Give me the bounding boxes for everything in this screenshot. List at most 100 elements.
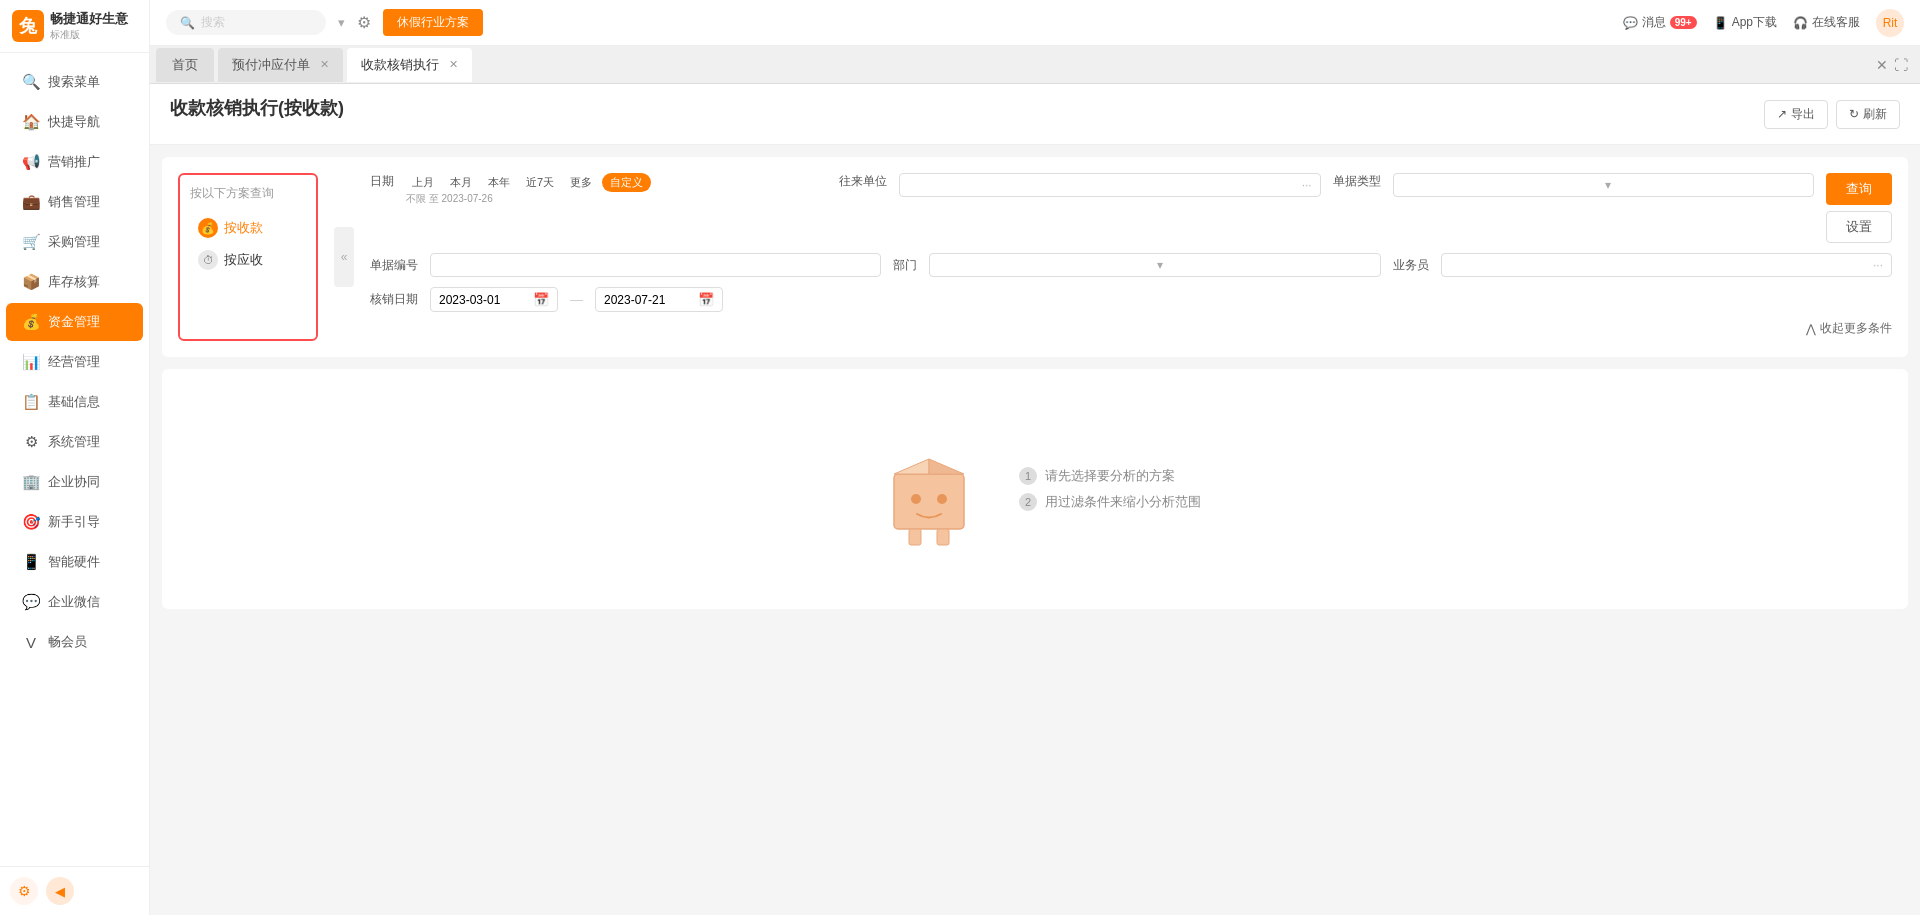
collapse-more-button[interactable]: ⋀ 收起更多条件 [370, 316, 1892, 341]
online-service-button[interactable]: 🎧 在线客服 [1793, 14, 1860, 31]
main-area: 🔍 搜索 ▾ ⚙ 休假行业方案 💬 消息 99+ 📱 App下载 🎧 在线客服 … [150, 0, 1920, 915]
dept-field[interactable]: ▾ [929, 253, 1380, 277]
settings-bottom-icon[interactable]: ⚙ [10, 877, 38, 905]
sidebar-item-label: 快捷导航 [48, 113, 100, 131]
collapse-more-label: 收起更多条件 [1820, 320, 1892, 337]
staff-field[interactable]: ··· [1441, 253, 1892, 277]
header-gear-icon[interactable]: ⚙ [357, 13, 371, 32]
verify-date-end-input[interactable] [604, 293, 694, 307]
sidebar-item-member[interactable]: V 畅会员 [6, 623, 143, 661]
sidebar-item-sales[interactable]: 💼 销售管理 [6, 183, 143, 221]
tab-collection-label: 收款核销执行 [361, 56, 439, 74]
receipt-option-icon: 💰 [198, 218, 218, 238]
date-more[interactable]: 更多 [564, 173, 598, 192]
bill-type-field[interactable]: ▾ [1393, 173, 1814, 197]
app-download-label: App下载 [1732, 14, 1777, 31]
form-row-2: 单据编号 部门 ▾ 业务员 ··· [370, 253, 1892, 277]
user-profile[interactable]: Rit [1876, 9, 1904, 37]
sidebar-item-label: 采购管理 [48, 233, 100, 251]
tab-prepay[interactable]: 预付冲应付单 ✕ [218, 48, 343, 82]
inventory-icon: 📦 [22, 273, 40, 291]
header-dropdown-icon[interactable]: ▾ [338, 15, 345, 30]
svg-marker-1 [894, 459, 929, 474]
step2-text: 用过滤条件来缩小分析范围 [1045, 493, 1201, 511]
tab-home[interactable]: 首页 [156, 48, 214, 82]
refresh-label: 刷新 [1863, 106, 1887, 123]
sidebar-item-label: 智能硬件 [48, 553, 100, 571]
date-custom[interactable]: 自定义 [602, 173, 651, 192]
sidebar-item-marketing[interactable]: 📢 营销推广 [6, 143, 143, 181]
sidebar-item-shortcut[interactable]: 🏠 快捷导航 [6, 103, 143, 141]
sidebar-item-search[interactable]: 🔍 搜索菜单 [6, 63, 143, 101]
tab-prepay-close[interactable]: ✕ [320, 58, 329, 71]
message-icon: 💬 [1623, 16, 1638, 30]
bill-type-dropdown-icon[interactable]: ▾ [1605, 178, 1805, 192]
export-button[interactable]: ↗ 导出 [1764, 100, 1828, 129]
sidebar-item-hardware[interactable]: 📱 智能硬件 [6, 543, 143, 581]
sidebar-menu: 🔍 搜索菜单 🏠 快捷导航 📢 营销推广 💼 销售管理 🛒 采购管理 📦 库存核… [0, 53, 149, 866]
basic-icon: 📋 [22, 393, 40, 411]
date-label: 日期 [370, 173, 394, 190]
sidebar-item-label: 新手引导 [48, 513, 100, 531]
user-name-short: Rit [1883, 16, 1898, 30]
refresh-button[interactable]: ↻ 刷新 [1836, 100, 1900, 129]
verify-date-label: 核销日期 [370, 291, 418, 308]
sidebar-item-operation[interactable]: 📊 经营管理 [6, 343, 143, 381]
online-service-label: 在线客服 [1812, 14, 1860, 31]
counterpart-field[interactable]: ··· [899, 173, 1320, 197]
calendar-start-icon[interactable]: 📅 [533, 292, 549, 307]
header-search-bar[interactable]: 🔍 搜索 [166, 10, 326, 35]
finance-icon: 💰 [22, 313, 40, 331]
settings-form-button[interactable]: 设置 [1826, 211, 1892, 243]
sidebar-item-inventory[interactable]: 📦 库存核算 [6, 263, 143, 301]
marketing-icon: 📢 [22, 153, 40, 171]
date-this-month[interactable]: 本月 [444, 173, 478, 192]
filter-option-by-receivable[interactable]: ⏱ 按应收 [190, 244, 306, 276]
bill-type-label: 单据类型 [1333, 173, 1381, 190]
message-button[interactable]: 💬 消息 99+ [1623, 14, 1697, 31]
calendar-end-icon[interactable]: 📅 [698, 292, 714, 307]
tab-collection[interactable]: 收款核销执行 ✕ [347, 48, 472, 82]
bill-no-input[interactable] [439, 258, 872, 272]
staff-input[interactable] [1450, 258, 1869, 272]
counterpart-input[interactable] [908, 178, 1297, 192]
filter-option-by-receipt[interactable]: 💰 按收款 [190, 212, 306, 244]
sidebar-item-basic[interactable]: 📋 基础信息 [6, 383, 143, 421]
date-last-month[interactable]: 上月 [406, 173, 440, 192]
date-this-year[interactable]: 本年 [482, 173, 516, 192]
sidebar-item-label: 经营管理 [48, 353, 100, 371]
sidebar-item-wechat[interactable]: 💬 企业微信 [6, 583, 143, 621]
date-last-7days[interactable]: 近7天 [520, 173, 560, 192]
brand-name: 畅捷通好生意 [50, 11, 128, 28]
industry-solution-button[interactable]: 休假行业方案 [383, 9, 483, 36]
counterpart-ellipsis[interactable]: ··· [1302, 178, 1312, 192]
verify-date-start-field[interactable]: 📅 [430, 287, 558, 312]
tab-collection-close[interactable]: ✕ [449, 58, 458, 71]
tab-expand-icon[interactable]: ⛶ [1894, 57, 1908, 73]
svg-rect-5 [909, 529, 921, 545]
sidebar-collapse-button[interactable]: ◀ [46, 877, 74, 905]
dept-dropdown-icon[interactable]: ▾ [1157, 258, 1372, 272]
bill-no-field[interactable] [430, 253, 881, 277]
empty-state-text: 1 请先选择要分析的方案 2 用过滤条件来缩小分析范围 [1019, 467, 1201, 511]
verify-date-end-field[interactable]: 📅 [595, 287, 723, 312]
date-range-separator: — [570, 292, 583, 307]
verify-date-start-input[interactable] [439, 293, 529, 307]
staff-ellipsis[interactable]: ··· [1873, 258, 1883, 272]
logo-icon: 兔 [12, 10, 44, 42]
query-button[interactable]: 查询 [1826, 173, 1892, 205]
sidebar-item-finance[interactable]: 💰 资金管理 [6, 303, 143, 341]
svg-point-3 [911, 494, 921, 504]
sidebar-item-enterprise[interactable]: 🏢 企业协同 [6, 463, 143, 501]
date-sublabel: 不限 至 2023-07-26 [406, 192, 827, 206]
purchase-icon: 🛒 [22, 233, 40, 251]
app-download-button[interactable]: 📱 App下载 [1713, 14, 1777, 31]
sidebar-item-guide[interactable]: 🎯 新手引导 [6, 503, 143, 541]
dept-label: 部门 [893, 257, 917, 274]
tab-close-all-icon[interactable]: ✕ [1876, 57, 1888, 73]
sidebar-item-purchase[interactable]: 🛒 采购管理 [6, 223, 143, 261]
filter-collapse-button[interactable]: « [334, 227, 354, 287]
receivable-option-icon: ⏱ [198, 250, 218, 270]
sidebar-item-system[interactable]: ⚙ 系统管理 [6, 423, 143, 461]
system-icon: ⚙ [22, 433, 40, 451]
